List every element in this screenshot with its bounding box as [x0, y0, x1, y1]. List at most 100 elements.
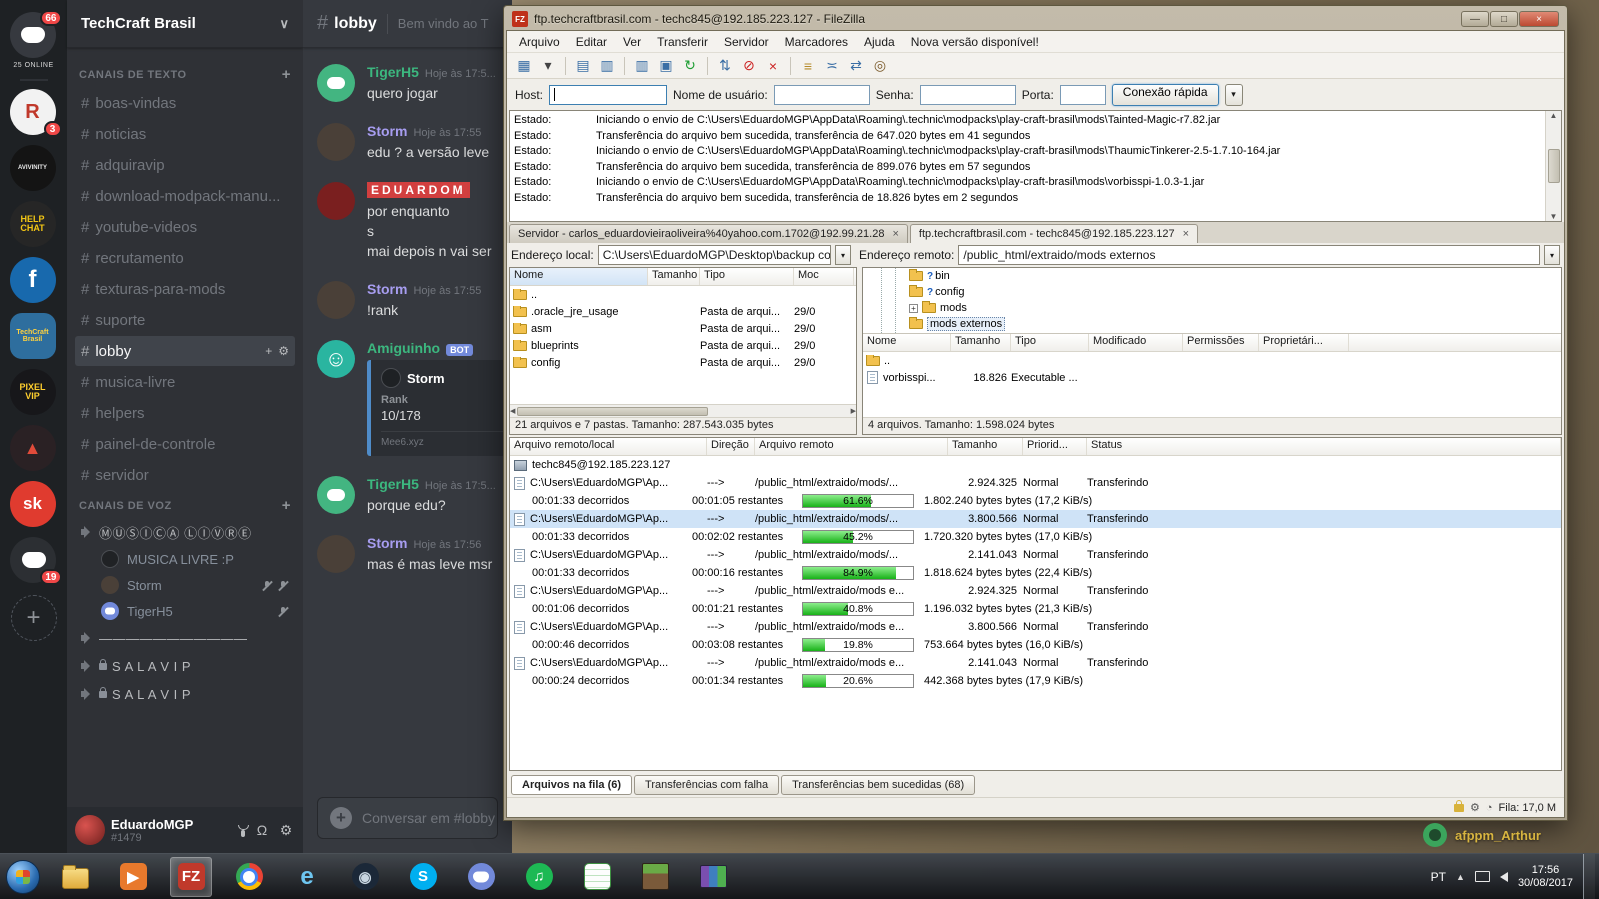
taskbar-minecraft[interactable] — [634, 857, 676, 897]
taskbar-media-player[interactable]: ▶ — [112, 857, 154, 897]
queue-progress-row[interactable]: 00:01:33 decorridos 00:01:05 restantes 61.… — [510, 492, 1561, 510]
network-icon[interactable] — [1474, 871, 1490, 882]
create-channel-icon[interactable]: + — [282, 66, 291, 83]
scroll-up-icon[interactable]: ▲ — [1550, 111, 1558, 120]
message-avatar[interactable] — [317, 123, 355, 161]
remote-column-propriet-ri-[interactable]: Proprietári... — [1259, 334, 1349, 351]
remote-column-permiss-es[interactable]: Permissões — [1183, 334, 1259, 351]
taskbar-spotify[interactable]: ♫ — [518, 857, 560, 897]
close-tab-icon[interactable]: × — [1183, 228, 1189, 240]
queue-tab-0[interactable]: Arquivos na fila (6) — [511, 775, 633, 795]
volume-icon[interactable] — [1499, 871, 1508, 882]
password-input[interactable] — [919, 84, 1016, 105]
scroll-thumb[interactable] — [1547, 149, 1560, 183]
menu-servidor[interactable]: Servidor — [716, 33, 777, 51]
queue-server-row[interactable]: techc845@192.185.223.127 — [510, 456, 1561, 474]
voice-channel-0[interactable]: ⓂⓊⓈⒾⒸⒶ ⓁⒾⓋⓇⒺ — [67, 518, 303, 546]
scroll-thumb[interactable] — [517, 406, 708, 416]
taskbar-skype[interactable]: S — [402, 857, 444, 897]
remote-column-tamanho[interactable]: Tamanho — [951, 334, 1011, 351]
queue-item-row[interactable]: C:\Users\EduardoMGP\Ap... ---> /public_htm… — [510, 546, 1561, 564]
local-file-row[interactable]: config Pasta de arqui... 29/0 — [510, 354, 856, 371]
host-input[interactable] — [549, 84, 668, 105]
queue-progress-row[interactable]: 00:00:46 decorridos 00:03:08 restantes 19.… — [510, 636, 1561, 654]
queue-column-arquivo-remoto[interactable]: Arquivo remoto — [755, 438, 948, 455]
server-techcraft-brasil[interactable]: TechCraft Brasil — [9, 313, 58, 359]
add-server-button[interactable]: + — [10, 595, 57, 641]
server-avatar-play-triangle[interactable]: ▲ — [9, 425, 56, 471]
taskbar-filezilla[interactable]: FZ — [170, 856, 212, 897]
menu-nova-vers-o-dispon-vel-[interactable]: Nova versão disponível! — [903, 33, 1047, 51]
discord-home-button[interactable]: 66 — [9, 10, 62, 60]
attach-file-icon[interactable]: + — [330, 807, 352, 829]
menu-ajuda[interactable]: Ajuda — [856, 33, 903, 51]
taskbar-chrome[interactable] — [228, 857, 270, 897]
remote-file-row[interactable]: vorbisspi... 18.826 Executable ... — [863, 369, 1561, 386]
settings-icon[interactable]: ⚙ — [1470, 801, 1480, 814]
message-author[interactable]: EDUARDOM — [367, 182, 470, 198]
local-file-row[interactable]: blueprints Pasta de arqui... 29/0 — [510, 337, 856, 354]
local-address-dropdown-icon[interactable]: ▾ — [835, 245, 851, 265]
channel-download-modpack-manu...[interactable]: # download-modpack-manu... — [75, 181, 295, 211]
queue-tab-1[interactable]: Transferências com falha — [634, 775, 780, 795]
quickconnect-dropdown-icon[interactable]: ▾ — [1224, 83, 1243, 106]
minimize-button[interactable]: — — [1461, 11, 1489, 27]
server-avatar-pixel-vip[interactable]: PIXEL VIP — [9, 369, 56, 415]
tray-expand-icon[interactable]: ▲ — [1456, 872, 1465, 882]
message-author[interactable]: Amiguinho — [367, 340, 440, 356]
channel-lobby[interactable]: # lobby + ⚙ — [75, 336, 295, 366]
taskbar-winrar[interactable] — [692, 857, 734, 897]
taskbar-steam[interactable]: ◉ — [344, 857, 386, 897]
message-avatar[interactable] — [317, 64, 355, 102]
guild-header[interactable]: TechCraft Brasil ∨ — [67, 0, 303, 48]
desktop-notification[interactable]: afppm_Arthur — [1423, 823, 1541, 847]
queue-column-priorid-[interactable]: Priorid... — [1023, 438, 1087, 455]
filezilla-titlebar[interactable]: FZ ftp.techcraftbrasil.com - techc845@19… — [506, 8, 1565, 30]
taskbar-discord[interactable] — [460, 857, 502, 897]
create-voice-channel-icon[interactable]: + — [282, 497, 291, 514]
queue-column-arquivo-remoto-local[interactable]: Arquivo remoto/local — [510, 438, 707, 455]
close-tab-icon[interactable]: × — [892, 228, 898, 240]
taskbar-spreadsheet-app[interactable] — [576, 857, 618, 897]
local-column-tamanho[interactable]: Tamanho — [648, 268, 700, 285]
server-r-server[interactable]: R3 — [9, 89, 62, 137]
channel-settings-icon[interactable]: ⚙ — [278, 344, 289, 358]
server-pixel-vip[interactable]: PIXEL VIP — [9, 369, 58, 415]
voice-member-2[interactable]: Storm — [67, 572, 303, 598]
queue-item-row[interactable]: C:\Users\EduardoMGP\Ap... ---> /public_htm… — [510, 654, 1561, 672]
channel-helpers[interactable]: # helpers — [75, 398, 295, 428]
queue-column-dire-o[interactable]: Direção — [707, 438, 755, 455]
info-icon[interactable]: ◔ — [1486, 802, 1493, 814]
channel-noticias[interactable]: # noticias — [75, 119, 295, 149]
filter-icon[interactable]: ≡ — [797, 55, 819, 77]
toggle-local-tree-icon[interactable]: ▥ — [596, 55, 618, 77]
menu-transferir[interactable]: Transferir — [649, 33, 716, 51]
queue-item-row[interactable]: C:\Users\EduardoMGP\Ap... ---> /public_htm… — [510, 618, 1561, 636]
server-play-triangle[interactable]: ▲ — [9, 425, 58, 471]
channel-musica-livre[interactable]: # musica-livre — [75, 367, 295, 397]
local-column-nome[interactable]: Nome — [510, 268, 648, 285]
session-tab-1[interactable]: ftp.techcraftbrasil.com - techc845@192.1… — [909, 224, 1199, 243]
site-manager-icon[interactable]: ▦ — [513, 55, 535, 77]
language-indicator[interactable]: PT — [1431, 870, 1446, 884]
scroll-left-icon[interactable]: ◀ — [510, 407, 515, 415]
site-manager-dropdown-icon[interactable]: ▾ — [537, 55, 559, 77]
message-author[interactable]: TigerH5 — [367, 476, 419, 492]
channel-youtube-videos[interactable]: # youtube-videos — [75, 212, 295, 242]
process-queue-icon[interactable]: ⇅ — [714, 55, 736, 77]
channel-servidor[interactable]: # servidor — [75, 460, 295, 490]
local-column-moc[interactable]: Moc — [794, 268, 854, 285]
queue-column-tamanho[interactable]: Tamanho — [948, 438, 1023, 455]
remote-file-row[interactable]: .. — [863, 352, 1561, 369]
close-button[interactable]: × — [1519, 11, 1559, 27]
disconnect-icon[interactable]: × — [762, 55, 784, 77]
menu-arquivo[interactable]: Arquivo — [511, 33, 568, 51]
refresh-icon[interactable]: ↻ — [679, 55, 701, 77]
channel-boas-vindas[interactable]: # boas-vindas — [75, 88, 295, 118]
remote-address-dropdown-icon[interactable]: ▾ — [1544, 245, 1560, 265]
server-discord-server[interactable]: 19 — [9, 537, 62, 585]
channel-texturas-para-mods[interactable]: # texturas-para-mods — [75, 274, 295, 304]
find-icon[interactable]: ◎ — [869, 55, 891, 77]
local-file-row[interactable]: .oracle_jre_usage Pasta de arqui... 29/0 — [510, 303, 856, 320]
scroll-right-icon[interactable]: ▶ — [851, 407, 856, 415]
